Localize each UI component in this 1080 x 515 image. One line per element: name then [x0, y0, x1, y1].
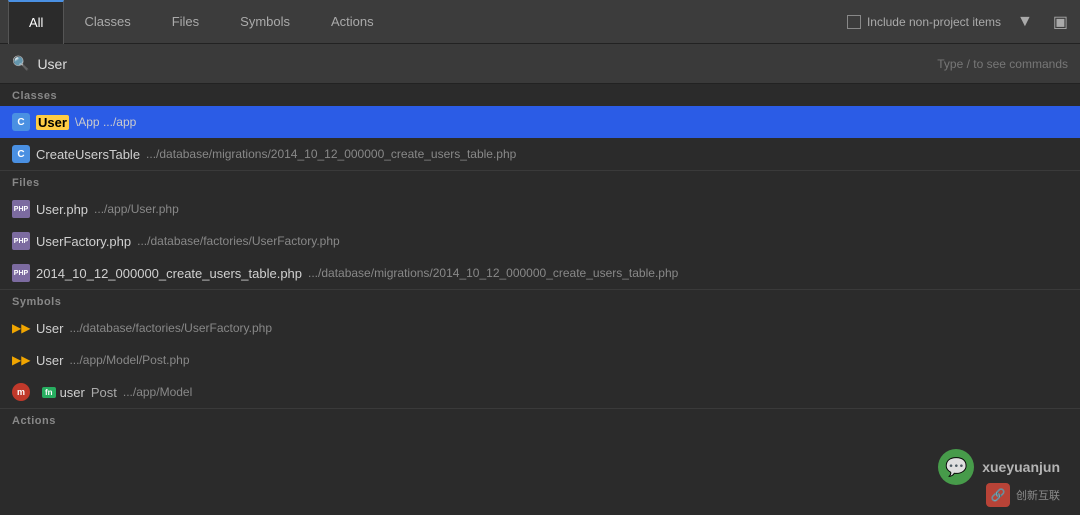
file-path-userfactoryphp: .../database/factories/UserFactory.php [137, 234, 340, 248]
highlight-user: User [36, 115, 69, 130]
file-result-userphp[interactable]: PHP User.php .../app/User.php [0, 193, 1080, 225]
search-icon: 🔍 [12, 55, 29, 72]
file-icon-userphp: PHP [12, 200, 30, 218]
file-result-userfactoryphp[interactable]: PHP UserFactory.php .../database/factori… [0, 225, 1080, 257]
watermark2-icon: 🔗 [986, 483, 1010, 507]
include-non-project-checkbox[interactable]: Include non-project items [847, 15, 1001, 29]
watermark: 💬 xueyuanjun [938, 449, 1060, 485]
symbol-icon-2: ▶▶ [12, 353, 30, 367]
symbol-extra-post: Post [91, 385, 117, 400]
symbol-path-user2: .../app/Model/Post.php [69, 353, 189, 367]
symbol-path-user3: .../app/Model [123, 385, 192, 399]
tab-bar: All Classes Files Symbols Actions Includ… [0, 0, 1080, 44]
view-icon[interactable]: ▣ [1049, 10, 1072, 34]
file-path-userphp: .../app/User.php [94, 202, 179, 216]
symbol-icon-1: ▶▶ [12, 321, 30, 335]
tab-symbols[interactable]: Symbols [220, 0, 311, 44]
search-query[interactable]: User [37, 56, 937, 72]
symbol-name-user2: User [36, 353, 63, 368]
file-name-userfactoryphp: UserFactory.php [36, 234, 131, 249]
file-name-migration: 2014_10_12_000000_create_users_table.php [36, 266, 302, 281]
symbol-path-user1: .../database/factories/UserFactory.php [69, 321, 272, 335]
include-non-project-label: Include non-project items [867, 15, 1001, 29]
tab-actions[interactable]: Actions [311, 0, 395, 44]
symbol-icon-m: m [12, 383, 30, 401]
checkbox-box [847, 15, 861, 29]
tab-files[interactable]: Files [152, 0, 220, 44]
tab-right-controls: Include non-project items ▼ ▣ [847, 10, 1072, 34]
symbol-label-green: fn [42, 387, 56, 398]
results-content: Classes C User \App .../app C CreateUser… [0, 84, 1080, 515]
search-bar: 🔍 User Type / to see commands [0, 44, 1080, 84]
section-classes: Classes [0, 84, 1080, 106]
class-icon-user: C [12, 113, 30, 131]
section-symbols: Symbols [0, 290, 1080, 312]
symbol-result-user-factory[interactable]: ▶▶ User .../database/factories/UserFacto… [0, 312, 1080, 344]
symbol-name-user1: User [36, 321, 63, 336]
file-path-migration: .../database/migrations/2014_10_12_00000… [308, 266, 678, 280]
class-path-createuserstable: .../database/migrations/2014_10_12_00000… [146, 147, 516, 161]
symbol-result-user-post[interactable]: ▶▶ User .../app/Model/Post.php [0, 344, 1080, 376]
section-actions: Actions [0, 409, 1080, 431]
class-icon-createuserstable: C [12, 145, 30, 163]
tab-all[interactable]: All [8, 0, 64, 44]
filter-icon[interactable]: ▼ [1013, 11, 1037, 33]
watermark-icon: 💬 [938, 449, 974, 485]
watermark-text: xueyuanjun [982, 459, 1060, 475]
symbol-name-user3: user [60, 385, 85, 400]
class-result-user[interactable]: C User \App .../app [0, 106, 1080, 138]
watermark2: 🔗 创新互联 [986, 483, 1060, 507]
class-name-createuserstable: CreateUsersTable [36, 147, 140, 162]
class-result-createuserstable[interactable]: C CreateUsersTable .../database/migratio… [0, 138, 1080, 170]
tab-classes[interactable]: Classes [64, 0, 151, 44]
class-name-user: User [36, 115, 69, 130]
file-icon-migration: PHP [12, 264, 30, 282]
search-hint: Type / to see commands [937, 57, 1068, 71]
symbol-result-user-model[interactable]: m fn user Post .../app/Model [0, 376, 1080, 408]
file-icon-userfactoryphp: PHP [12, 232, 30, 250]
class-path-user: \App .../app [75, 115, 136, 129]
section-files: Files [0, 171, 1080, 193]
watermark2-text: 创新互联 [1016, 487, 1060, 503]
file-name-userphp: User.php [36, 202, 88, 217]
file-result-migration[interactable]: PHP 2014_10_12_000000_create_users_table… [0, 257, 1080, 289]
